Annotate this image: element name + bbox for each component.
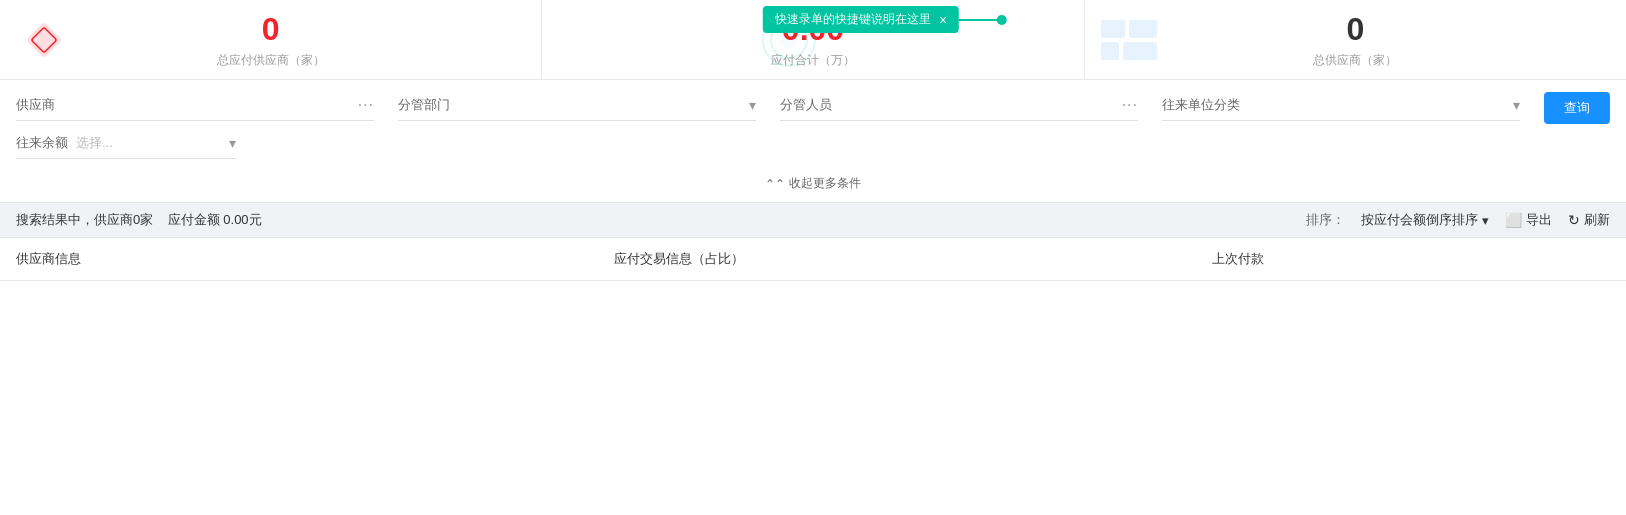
stat-total-payable-suppliers: 0 总应付供应商（家）	[0, 0, 542, 79]
export-icon: ⬜	[1505, 212, 1522, 228]
sort-value: 按应付会额倒序排序	[1361, 211, 1478, 229]
result-actions: 排序： 按应付会额倒序排序 ▾ ⬜ 导出 ↻ 刷新	[1306, 211, 1610, 229]
filter-row-1: 供应商 ··· 分管部门 ▾ 分管人员 ··· 往来单位分类 ▾ 查询	[16, 92, 1610, 124]
unit-class-input[interactable]	[1248, 97, 1505, 112]
tooltip-bubble: 快速录单的快捷键说明在这里 ×	[763, 6, 959, 33]
filter-balance: 往来余额 选择... ▾	[16, 134, 236, 159]
manager-dots[interactable]: ···	[1122, 96, 1138, 114]
collapse-bar: ⌃⌃ 收起更多条件	[16, 169, 1610, 202]
balance-label: 往来余额	[16, 134, 68, 152]
manager-label: 分管人员	[780, 96, 832, 114]
division-label: 分管部门	[398, 96, 450, 114]
svg-point-4	[781, 32, 797, 48]
col-header-last-payment: 上次付款	[1212, 250, 1611, 268]
tooltip-close-icon[interactable]: ×	[939, 13, 947, 27]
result-summary: 搜索结果中，供应商0家 应付金额 0.00元	[16, 211, 262, 229]
svg-rect-7	[1101, 42, 1119, 60]
filter-row-2: 往来余额 选择... ▾	[16, 134, 1610, 159]
refresh-button[interactable]: ↻ 刷新	[1568, 211, 1610, 229]
result-suppliers-text: 搜索结果中，供应商0家	[16, 212, 153, 227]
content-area	[0, 281, 1626, 515]
supplier-dots[interactable]: ···	[358, 96, 374, 114]
stat-payable-total: 0.00 应付合计（万） 快速录单的快捷键说明在这里 ×	[542, 0, 1084, 79]
stat-all-suppliers: 0 总供应商（家）	[1085, 0, 1626, 79]
refresh-label: 刷新	[1584, 211, 1610, 229]
stats-bar: 0 总应付供应商（家） 0.00 应付合计（万） 快速录单的快捷键说明在这里 ×…	[0, 0, 1626, 80]
sort-select[interactable]: 按应付会额倒序排序 ▾	[1361, 211, 1489, 229]
result-bar: 搜索结果中，供应商0家 应付金额 0.00元 排序： 按应付会额倒序排序 ▾ ⬜…	[0, 203, 1626, 238]
refresh-icon: ↻	[1568, 212, 1580, 228]
collapse-up-icon: ⌃⌃	[765, 177, 785, 191]
filter-manager: 分管人员 ···	[780, 96, 1138, 121]
query-button[interactable]: 查询	[1544, 92, 1610, 124]
table-header: 供应商信息 应付交易信息（占比） 上次付款	[0, 238, 1626, 281]
balance-chevron[interactable]: ▾	[229, 135, 236, 151]
filter-division: 分管部门 ▾	[398, 96, 756, 121]
collapse-button[interactable]: ⌃⌃ 收起更多条件	[765, 175, 861, 192]
grid-icon	[1101, 20, 1157, 60]
total-payable-label: 总应付供应商（家）	[217, 52, 325, 69]
division-input[interactable]	[458, 97, 741, 112]
svg-rect-5	[1101, 20, 1125, 38]
balance-placeholder: 选择...	[76, 134, 221, 152]
unit-class-chevron[interactable]: ▾	[1513, 97, 1520, 113]
tooltip-dot	[997, 15, 1007, 25]
manager-input[interactable]	[840, 97, 1114, 112]
tooltip-text: 快速录单的快捷键说明在这里	[775, 11, 931, 28]
svg-rect-6	[1129, 20, 1157, 38]
col-header-supplier-info: 供应商信息	[16, 250, 614, 268]
unit-class-label: 往来单位分类	[1162, 96, 1240, 114]
diamond-logo-icon	[20, 16, 68, 64]
filter-section: 供应商 ··· 分管部门 ▾ 分管人员 ··· 往来单位分类 ▾ 查询 往来余额…	[0, 80, 1626, 203]
filter-supplier: 供应商 ···	[16, 96, 374, 121]
export-button[interactable]: ⬜ 导出	[1505, 211, 1552, 229]
all-suppliers-label: 总供应商（家）	[1313, 52, 1397, 69]
collapse-label: 收起更多条件	[789, 175, 861, 192]
filter-unit-class: 往来单位分类 ▾	[1162, 96, 1520, 121]
svg-rect-8	[1123, 42, 1157, 60]
supplier-label: 供应商	[16, 96, 56, 114]
sort-label: 排序：	[1306, 211, 1345, 229]
export-label: 导出	[1526, 211, 1552, 229]
col-header-transaction-info: 应付交易信息（占比）	[614, 250, 1212, 268]
result-amount-text: 应付金额 0.00元	[168, 212, 262, 227]
total-payable-count: 0	[262, 10, 280, 48]
sort-chevron-icon: ▾	[1482, 213, 1489, 228]
division-chevron[interactable]: ▾	[749, 97, 756, 113]
all-suppliers-count: 0	[1346, 10, 1364, 48]
supplier-input[interactable]	[64, 97, 350, 112]
